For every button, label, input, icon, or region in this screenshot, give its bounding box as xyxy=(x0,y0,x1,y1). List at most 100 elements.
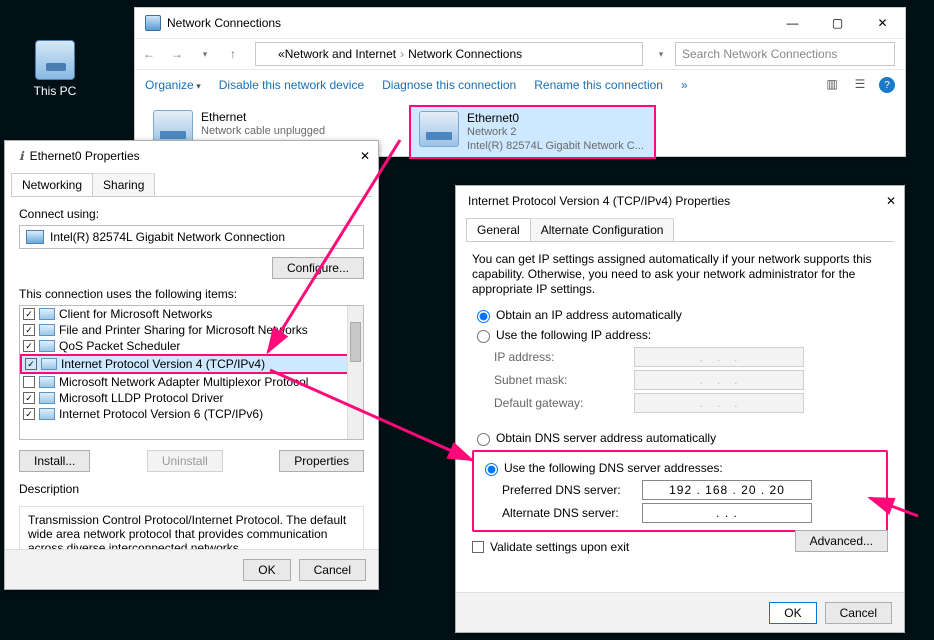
ok-button[interactable]: OK xyxy=(243,559,290,581)
checkbox[interactable] xyxy=(23,392,35,404)
adapter-device: Intel(R) 82574L Gigabit Network C... xyxy=(467,139,644,153)
adapter-name: Ethernet0 xyxy=(467,111,644,125)
overflow-button[interactable]: » xyxy=(681,78,688,92)
dns-highlight-frame: Use the following DNS server addresses: … xyxy=(472,450,888,532)
organize-button[interactable]: Organize xyxy=(145,78,201,92)
ipv4-properties-dialog: Internet Protocol Version 4 (TCP/IPv4) P… xyxy=(455,185,905,633)
component-icon xyxy=(39,376,55,388)
maximize-button[interactable]: ▢ xyxy=(815,8,860,38)
dialog-title: Internet Protocol Version 4 (TCP/IPv4) P… xyxy=(468,194,886,208)
desktop-label: This PC xyxy=(25,84,85,98)
connect-using-box: Intel(R) 82574L Gigabit Network Connecti… xyxy=(19,225,364,249)
alternate-dns-field[interactable]: . . . xyxy=(642,503,812,523)
chevron-right-icon: › xyxy=(400,47,404,61)
view-details-icon[interactable]: ☰ xyxy=(851,77,869,93)
breadcrumb[interactable]: « Network and Internet › Network Connect… xyxy=(255,42,643,66)
list-item[interactable]: Client for Microsoft Networks xyxy=(20,306,363,322)
preferred-dns-label: Preferred DNS server: xyxy=(502,483,642,497)
item-label: File and Printer Sharing for Microsoft N… xyxy=(59,323,308,337)
component-icon xyxy=(39,308,55,320)
component-icon xyxy=(39,340,55,352)
items-listbox[interactable]: Client for Microsoft Networks File and P… xyxy=(19,305,364,440)
scrollbar[interactable] xyxy=(347,306,363,439)
diagnose-button[interactable]: Diagnose this connection xyxy=(382,78,516,92)
address-row: ← → ▾ ↑ « Network and Internet › Network… xyxy=(135,38,905,70)
subnet-mask-field: . . . xyxy=(634,370,804,390)
item-label: Microsoft LLDP Protocol Driver xyxy=(59,391,224,405)
component-icon xyxy=(41,358,57,370)
breadcrumb-seg1[interactable]: Network and Internet xyxy=(285,47,396,61)
list-item[interactable]: Microsoft Network Adapter Multiplexor Pr… xyxy=(20,374,363,390)
checkbox[interactable] xyxy=(23,324,35,336)
cancel-button[interactable]: Cancel xyxy=(825,602,892,624)
intro-text: You can get IP settings assigned automat… xyxy=(472,252,888,297)
close-button[interactable]: ✕ xyxy=(360,149,370,163)
adapter-ethernet0[interactable]: Ethernet0 Network 2 Intel(R) 82574L Giga… xyxy=(410,106,655,158)
items-label: This connection uses the following items… xyxy=(19,287,364,301)
uninstall-button: Uninstall xyxy=(147,450,223,472)
item-label: Internet Protocol Version 6 (TCP/IPv6) xyxy=(59,407,263,421)
checkbox[interactable] xyxy=(23,340,35,352)
radio-ip-manual[interactable]: Use the following IP address: xyxy=(472,327,888,343)
titlebar: Network Connections — ▢ ✕ xyxy=(135,8,905,38)
item-label: QoS Packet Scheduler xyxy=(59,339,180,353)
list-item[interactable]: File and Printer Sharing for Microsoft N… xyxy=(20,322,363,338)
nav-fwd[interactable]: → xyxy=(163,47,191,61)
configure-button[interactable]: Configure... xyxy=(272,257,364,279)
close-button[interactable]: ✕ xyxy=(886,194,896,208)
adapter-small-icon: ℹ xyxy=(19,149,24,164)
tab-alternate-configuration[interactable]: Alternate Configuration xyxy=(530,218,675,241)
checkbox[interactable] xyxy=(23,408,35,420)
list-item[interactable]: QoS Packet Scheduler xyxy=(20,338,363,354)
dialog-titlebar: Internet Protocol Version 4 (TCP/IPv4) P… xyxy=(456,186,904,216)
properties-button[interactable]: Properties xyxy=(279,450,364,472)
adapter-status: Network 2 xyxy=(467,125,644,139)
nav-recent[interactable]: ▾ xyxy=(191,49,219,60)
desktop-this-pc[interactable]: This PC xyxy=(25,40,85,98)
nic-icon xyxy=(26,230,44,244)
search-input[interactable]: Search Network Connections xyxy=(675,42,895,66)
dialog-titlebar: ℹ Ethernet0 Properties ✕ xyxy=(5,141,378,171)
list-item[interactable]: Internet Protocol Version 6 (TCP/IPv6) xyxy=(20,406,363,422)
cancel-button[interactable]: Cancel xyxy=(299,559,366,581)
item-label: Microsoft Network Adapter Multiplexor Pr… xyxy=(59,375,308,389)
advanced-button[interactable]: Advanced... xyxy=(795,530,888,552)
component-icon xyxy=(39,392,55,404)
minimize-button[interactable]: — xyxy=(770,8,815,38)
nav-up[interactable]: ↑ xyxy=(219,47,247,61)
default-gateway-label: Default gateway: xyxy=(494,396,634,410)
install-button[interactable]: Install... xyxy=(19,450,90,472)
adapter-icon xyxy=(419,111,459,147)
breadcrumb-prefix: « xyxy=(278,47,285,61)
close-button[interactable]: ✕ xyxy=(860,8,905,38)
preferred-dns-field[interactable]: 192 . 168 . 20 . 20 xyxy=(642,480,812,500)
breadcrumb-seg2[interactable]: Network Connections xyxy=(408,47,522,61)
checkbox[interactable] xyxy=(23,308,35,320)
view-thumbnails-icon[interactable]: ▥ xyxy=(823,77,841,93)
list-item-ipv4[interactable]: Internet Protocol Version 4 (TCP/IPv4) xyxy=(20,354,363,374)
rename-button[interactable]: Rename this connection xyxy=(534,78,663,92)
ok-button[interactable]: OK xyxy=(769,602,816,624)
checkbox[interactable] xyxy=(23,376,35,388)
tab-networking[interactable]: Networking xyxy=(11,173,93,196)
dialog-title: Ethernet0 Properties xyxy=(30,149,360,163)
component-icon xyxy=(39,408,55,420)
monitor-icon xyxy=(35,40,75,80)
radio-dns-manual[interactable]: Use the following DNS server addresses: xyxy=(480,460,880,476)
list-item[interactable]: Microsoft LLDP Protocol Driver xyxy=(20,390,363,406)
tab-sharing[interactable]: Sharing xyxy=(92,173,155,196)
command-bar: Organize Disable this network device Dia… xyxy=(135,70,905,100)
checkbox[interactable] xyxy=(25,358,37,370)
disable-device-button[interactable]: Disable this network device xyxy=(219,78,364,92)
help-icon[interactable]: ? xyxy=(879,77,895,93)
nav-back[interactable]: ← xyxy=(135,47,163,61)
checkbox[interactable] xyxy=(472,541,484,553)
network-icon xyxy=(145,15,161,31)
radio-ip-auto[interactable]: Obtain an IP address automatically xyxy=(472,307,888,323)
radio-dns-auto[interactable]: Obtain DNS server address automatically xyxy=(472,430,888,446)
item-label: Client for Microsoft Networks xyxy=(59,307,212,321)
tab-general[interactable]: General xyxy=(466,218,531,241)
ip-address-label: IP address: xyxy=(494,350,634,364)
description-heading: Description xyxy=(19,482,364,496)
refresh-button[interactable]: ▾ xyxy=(647,49,675,60)
